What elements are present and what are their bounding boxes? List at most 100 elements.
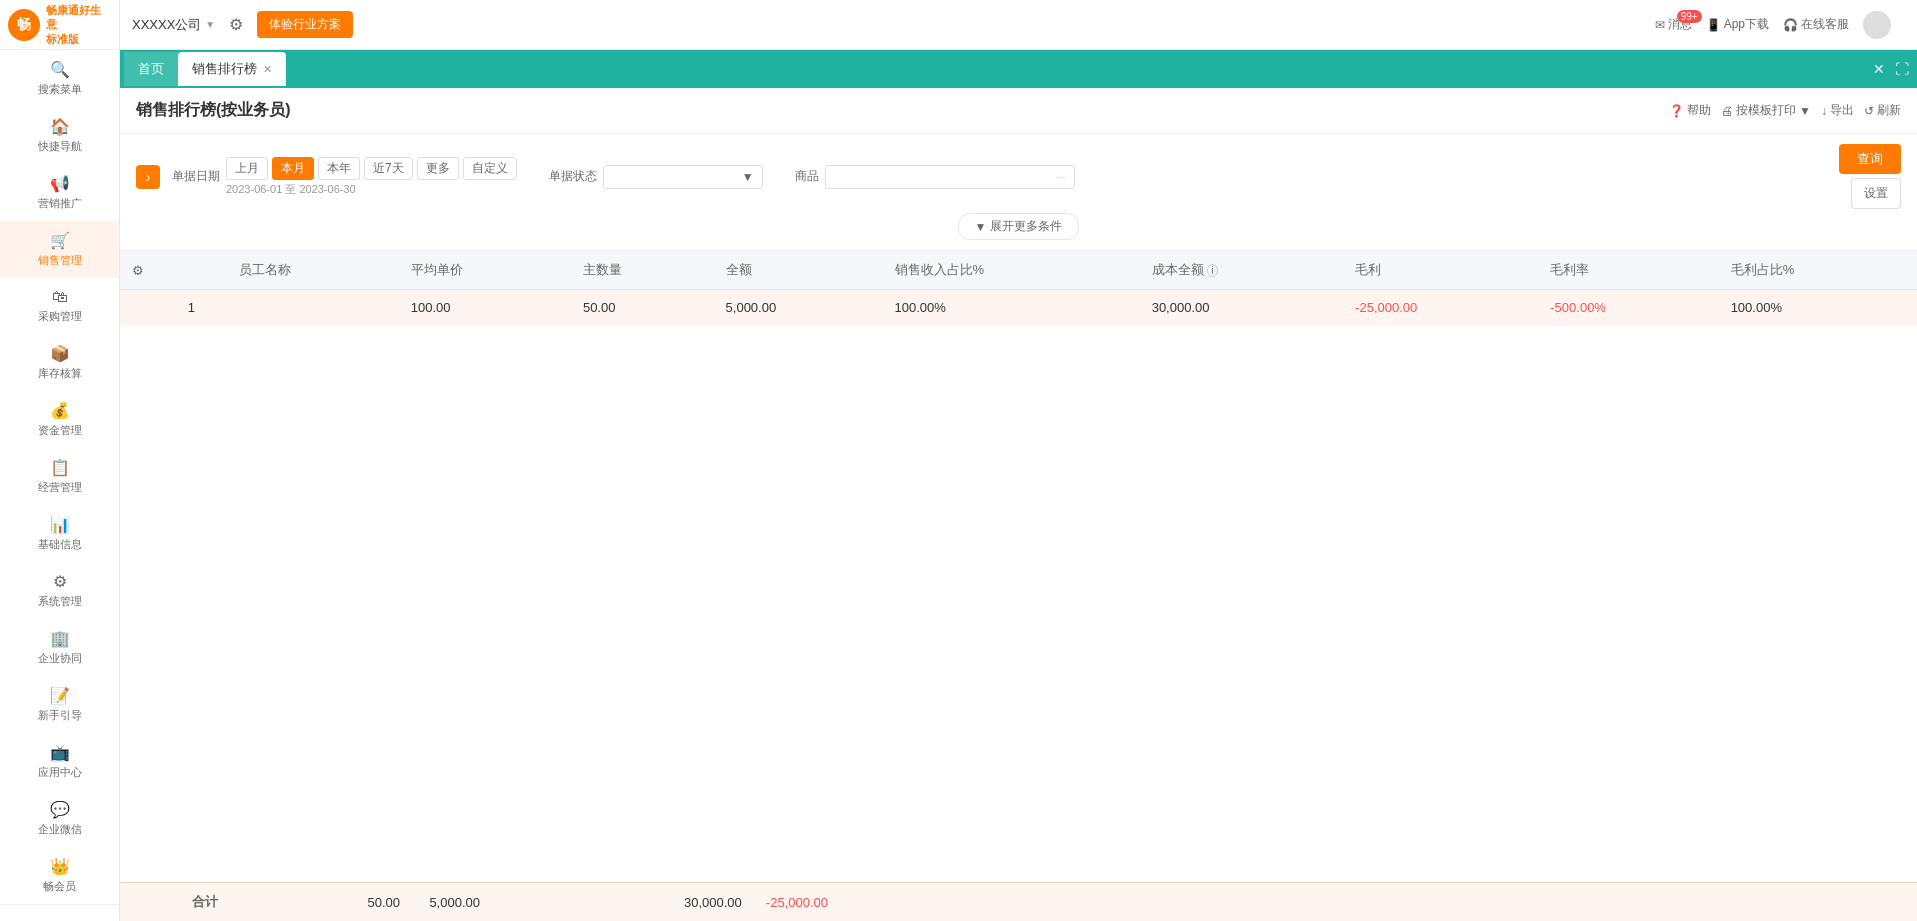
sidebar-item-系统管理[interactable]: ⚙系统管理 bbox=[0, 562, 119, 619]
trial-button[interactable]: 体验行业方案 bbox=[257, 11, 353, 38]
sidebar-icon-12: 📺 bbox=[50, 743, 70, 762]
sidebar-item-基础信息[interactable]: 📊 基础信息 bbox=[0, 505, 119, 562]
maximize-icon[interactable]: ⛶ bbox=[1895, 61, 1909, 77]
refresh-icon: ↺ bbox=[1864, 104, 1874, 118]
sidebar-icon-8: 📊 bbox=[50, 515, 70, 534]
page-header: 销售排行榜(按业务员) ❓ 帮助 🖨 按模板打印 ▼ ↓ 导出 ↺ 刷新 bbox=[120, 88, 1917, 134]
table-body: 1 100.00 50.00 5,000.00 100.00% 30,000.0… bbox=[120, 290, 1917, 326]
col-settings[interactable]: ⚙ bbox=[120, 251, 156, 290]
last-7days-btn[interactable]: 近7天 bbox=[364, 157, 413, 180]
tab-home[interactable]: 首页 bbox=[124, 52, 178, 86]
sidebar-item-经营管理[interactable]: 📋 经营管理 bbox=[0, 448, 119, 505]
sidebar-label-14: 畅会员 bbox=[43, 879, 76, 894]
sidebar-item-企业微信[interactable]: 💬企业微信 bbox=[0, 790, 119, 847]
sidebar-item-营销推广[interactable]: 📢 营销推广 bbox=[0, 164, 119, 221]
mobile-icon: 📱 bbox=[1706, 18, 1721, 32]
cell-avg-price: 100.00 bbox=[399, 290, 571, 326]
sidebar-item-采购管理[interactable]: 🛍采购管理 bbox=[0, 278, 119, 334]
user-avatar[interactable] bbox=[1863, 11, 1891, 39]
main-area: XXXXX公司 ▼ ⚙ 体验行业方案 ✉ 消息 99+ 📱 App下载 🎧 在线… bbox=[120, 0, 1917, 921]
date-filter: 单据日期 上月 本月 本年 近7天 更多 自定义 2023-06-01 至 20… bbox=[172, 157, 517, 197]
cell-sales-pct: 100.00% bbox=[883, 290, 1140, 326]
refresh-btn[interactable]: ↺ 刷新 bbox=[1864, 102, 1901, 119]
company-selector[interactable]: XXXXX公司 ▼ bbox=[132, 16, 215, 34]
app-download-btn[interactable]: 📱 App下载 bbox=[1706, 16, 1769, 33]
messages-btn[interactable]: ✉ 消息 99+ bbox=[1655, 16, 1692, 33]
help-btn[interactable]: ❓ 帮助 bbox=[1669, 102, 1711, 119]
data-table: ⚙ 员工名称 平均单价 主数量 全额 销售收入占比% 成本全额 i 毛利 毛利率… bbox=[120, 251, 1917, 326]
cell-gross: -25,000.00 bbox=[1343, 290, 1538, 326]
cur-month-btn[interactable]: 本月 bbox=[272, 157, 314, 180]
table-header-row: ⚙ 员工名称 平均单价 主数量 全额 销售收入占比% 成本全额 i 毛利 毛利率… bbox=[120, 251, 1917, 290]
export-icon: ↓ bbox=[1821, 104, 1827, 118]
settings-bottom-btn[interactable]: ⚙ bbox=[18, 913, 43, 921]
sidebar-label-7: 经营管理 bbox=[38, 480, 82, 495]
online-service-btn[interactable]: 🎧 在线客服 bbox=[1783, 16, 1849, 33]
prev-month-btn[interactable]: 上月 bbox=[226, 157, 268, 180]
custom-btn[interactable]: 自定义 bbox=[463, 157, 517, 180]
settings-button[interactable]: 设置 bbox=[1851, 178, 1901, 209]
sidebar-item-资金管理[interactable]: 💰资金管理 bbox=[0, 391, 119, 448]
sidebar-item-新手引导[interactable]: 📝新手引导 bbox=[0, 676, 119, 733]
expand-btn[interactable]: ▼ 展开更多条件 bbox=[958, 213, 1080, 240]
date-label: 单据日期 bbox=[172, 168, 220, 185]
close-window-icon[interactable]: ✕ bbox=[1873, 61, 1885, 77]
sidebar-icon-9: ⚙ bbox=[53, 572, 67, 591]
print-dropdown-icon: ▼ bbox=[1799, 104, 1811, 118]
col-avg-price: 平均单价 bbox=[399, 251, 571, 290]
topbar-right: ✉ 消息 99+ 📱 App下载 🎧 在线客服 bbox=[1655, 11, 1905, 39]
tab-sales-ranking[interactable]: 销售排行榜 ✕ bbox=[178, 52, 286, 86]
chevron-down-icon: ▼ bbox=[975, 220, 987, 234]
page-title: 销售排行榜(按业务员) bbox=[136, 100, 291, 121]
filter-collapse-btn[interactable]: › bbox=[136, 165, 160, 189]
sidebar-icon-1: 🏠 bbox=[50, 117, 70, 136]
cell-qty: 50.00 bbox=[571, 290, 714, 326]
sidebar-bottom: ⚙ ◀ bbox=[0, 904, 119, 921]
content-area: 销售排行榜(按业务员) ❓ 帮助 🖨 按模板打印 ▼ ↓ 导出 ↺ 刷新 bbox=[120, 88, 1917, 921]
sidebar-item-快捷导航[interactable]: 🏠 快捷导航 bbox=[0, 107, 119, 164]
more-btn[interactable]: 更多 bbox=[417, 157, 459, 180]
query-button[interactable]: 查询 bbox=[1839, 144, 1901, 174]
status-dropdown-icon: ▼ bbox=[742, 170, 754, 184]
message-badge: 99+ bbox=[1677, 10, 1702, 23]
col-gross-rate: 毛利率 bbox=[1538, 251, 1718, 290]
col-gross: 毛利 bbox=[1343, 251, 1538, 290]
collapse-btn[interactable]: ◀ bbox=[78, 913, 101, 921]
sidebar-label-12: 应用中心 bbox=[38, 765, 82, 780]
sidebar-label-8: 基础信息 bbox=[38, 537, 82, 552]
sidebar-item-畅会员[interactable]: 👑畅会员 bbox=[0, 847, 119, 904]
print-btn[interactable]: 🖨 按模板打印 ▼ bbox=[1721, 102, 1811, 119]
sidebar-item-搜索菜单[interactable]: 🔍搜索菜单 bbox=[0, 50, 119, 107]
goods-label: 商品 bbox=[795, 168, 819, 185]
filter-row-main: › 单据日期 上月 本月 本年 近7天 更多 自定义 2023-06-01 至 … bbox=[136, 144, 1901, 209]
cur-year-btn[interactable]: 本年 bbox=[318, 157, 360, 180]
sidebar-label-3: 销售管理 bbox=[38, 253, 82, 268]
goods-input[interactable]: ··· bbox=[825, 165, 1075, 189]
sales-tab-label: 销售排行榜 bbox=[192, 60, 257, 78]
col-rank bbox=[156, 251, 227, 290]
footer-gross: -25,000.00 bbox=[754, 895, 840, 910]
sidebar-icon-0: 🔍 bbox=[50, 60, 70, 79]
status-select[interactable]: ▼ bbox=[603, 165, 763, 189]
sidebar-label-2: 营销推广 bbox=[38, 196, 82, 211]
table-footer: 合计 50.00 5,000.00 30,000.00 -25,000.00 bbox=[120, 882, 1917, 921]
sidebar-item-库存核算[interactable]: 📦库存核算 bbox=[0, 334, 119, 391]
sidebar-icon-2: 📢 bbox=[50, 174, 70, 193]
sidebar-label-1: 快捷导航 bbox=[38, 139, 82, 154]
table-container: ⚙ 员工名称 平均单价 主数量 全额 销售收入占比% 成本全额 i 毛利 毛利率… bbox=[120, 251, 1917, 882]
sidebar-item-销售管理[interactable]: 🛒销售管理 bbox=[0, 221, 119, 278]
home-tab-label: 首页 bbox=[138, 60, 164, 78]
message-icon: ✉ bbox=[1655, 18, 1665, 32]
cell-amount: 5,000.00 bbox=[714, 290, 883, 326]
topbar-settings-icon[interactable]: ⚙ bbox=[229, 15, 243, 34]
sidebar-item-企业协同[interactable]: 🏢企业协同 bbox=[0, 619, 119, 676]
sidebar: 畅 畅康通好生意 标准版 🔍搜索菜单 🏠 快捷导航 📢 营销推广 🛒销售管理🛍采购管理📦库… bbox=[0, 0, 120, 921]
sidebar-item-应用中心[interactable]: 📺 应用中心 bbox=[0, 733, 119, 790]
tab-close-icon[interactable]: ✕ bbox=[263, 63, 272, 76]
logo: 畅 畅康通好生意 标准版 bbox=[0, 0, 119, 50]
sidebar-icon-7: 📋 bbox=[50, 458, 70, 477]
company-dropdown-icon: ▼ bbox=[205, 19, 215, 30]
export-btn[interactable]: ↓ 导出 bbox=[1821, 102, 1854, 119]
logo-text: 畅康通好生意 标准版 bbox=[46, 3, 111, 46]
footer-total-label: 合计 bbox=[132, 893, 332, 911]
